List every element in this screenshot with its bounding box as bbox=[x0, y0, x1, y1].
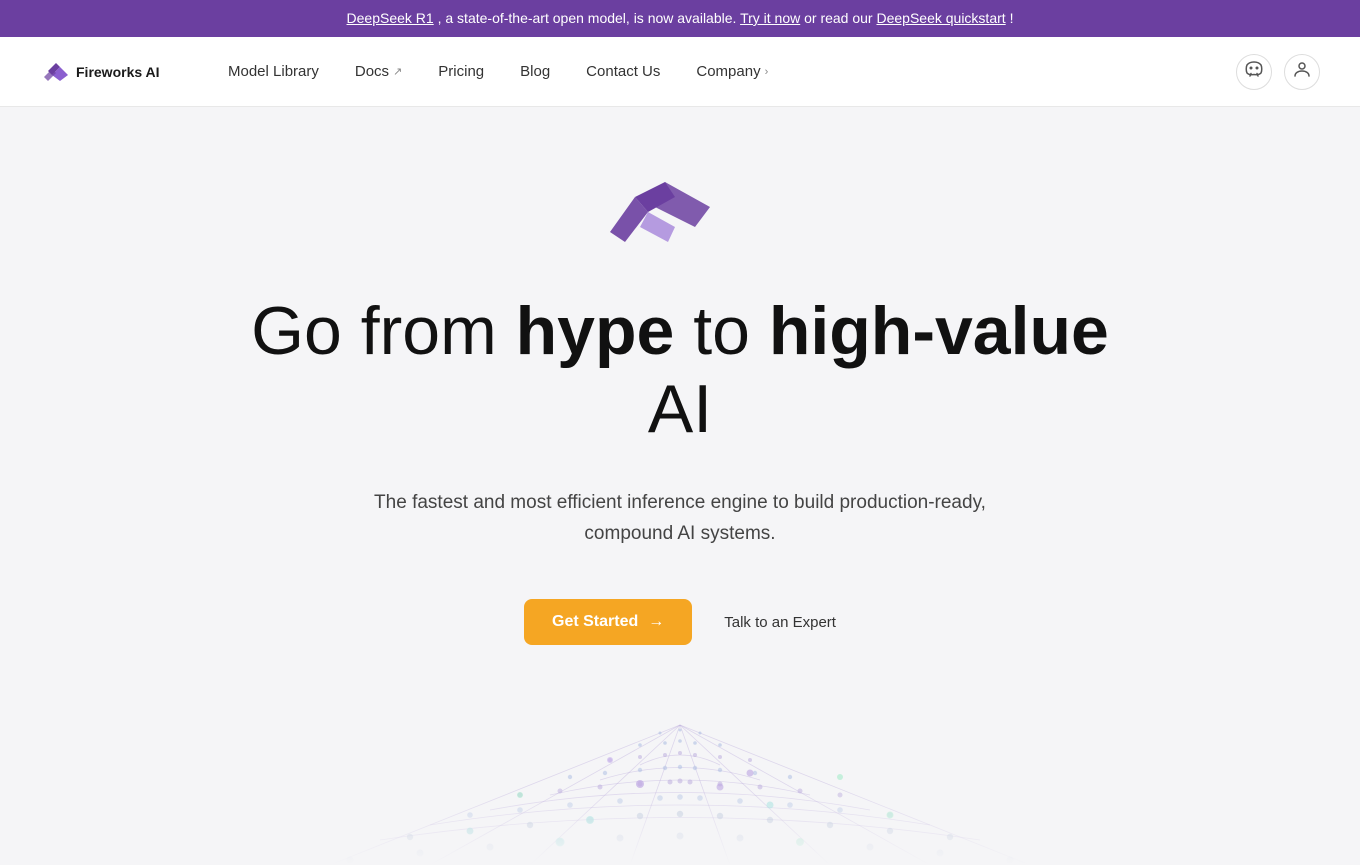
banner-text: DeepSeek R1 , a state-of-the-art open mo… bbox=[347, 10, 1014, 26]
banner-text-end: ! bbox=[1010, 10, 1014, 26]
get-started-label: Get Started bbox=[552, 613, 638, 631]
banner-text-after: or read our bbox=[804, 10, 872, 26]
hero-headline: Go from hype to high-value AI bbox=[230, 292, 1130, 448]
hero-brand-logo bbox=[590, 167, 770, 262]
fireworks-logo-icon: Fireworks AI bbox=[40, 57, 170, 87]
hero-title-part2: to bbox=[674, 293, 769, 369]
nav-docs[interactable]: Docs ↗ bbox=[337, 37, 420, 107]
discord-button[interactable] bbox=[1236, 54, 1272, 90]
grid-svg: /* SVG lines generated inline */ bbox=[230, 705, 1130, 865]
brand-logo[interactable]: Fireworks AI bbox=[40, 57, 170, 87]
get-started-button[interactable]: Get Started → bbox=[524, 599, 692, 645]
nav-model-library[interactable]: Model Library bbox=[210, 37, 337, 107]
grid-illustration: /* SVG lines generated inline */ bbox=[230, 705, 1130, 865]
quickstart-link[interactable]: DeepSeek quickstart bbox=[876, 10, 1005, 26]
nav-actions bbox=[1236, 54, 1320, 90]
hero-cta-area: Get Started → Talk to an Expert bbox=[524, 599, 836, 645]
nav-links-container: Model Library Docs ↗ Pricing Blog Contac… bbox=[210, 37, 1236, 107]
try-it-now-link[interactable]: Try it now bbox=[740, 10, 800, 26]
discord-icon bbox=[1244, 59, 1264, 84]
hero-logo-icon bbox=[590, 167, 770, 257]
user-account-button[interactable] bbox=[1284, 54, 1320, 90]
nav-pricing[interactable]: Pricing bbox=[420, 37, 502, 107]
external-link-icon: ↗ bbox=[393, 65, 402, 78]
user-icon bbox=[1293, 60, 1311, 83]
svg-text:Fireworks AI: Fireworks AI bbox=[76, 64, 160, 80]
hero-section: Go from hype to high-value AI The fastes… bbox=[0, 107, 1360, 865]
navigation-bar: Fireworks AI Model Library Docs ↗ Pricin… bbox=[0, 37, 1360, 107]
talk-to-expert-link[interactable]: Talk to an Expert bbox=[724, 614, 836, 631]
hero-subtitle: The fastest and most efficient inference… bbox=[330, 488, 1030, 549]
announcement-banner: DeepSeek R1 , a state-of-the-art open mo… bbox=[0, 0, 1360, 37]
chevron-down-icon: › bbox=[765, 66, 769, 78]
nav-contact-us[interactable]: Contact Us bbox=[568, 37, 678, 107]
deepseek-r1-link[interactable]: DeepSeek R1 bbox=[347, 10, 434, 26]
hero-title-part1: Go from bbox=[251, 293, 516, 369]
hero-title-hype: hype bbox=[516, 293, 675, 369]
nav-company[interactable]: Company › bbox=[678, 37, 786, 107]
arrow-right-icon: → bbox=[648, 613, 664, 631]
hero-title-part3: AI bbox=[648, 371, 712, 447]
banner-text-middle: , a state-of-the-art open model, is now … bbox=[438, 10, 737, 26]
hero-title-highvalue: high-value bbox=[769, 293, 1109, 369]
nav-blog[interactable]: Blog bbox=[502, 37, 568, 107]
